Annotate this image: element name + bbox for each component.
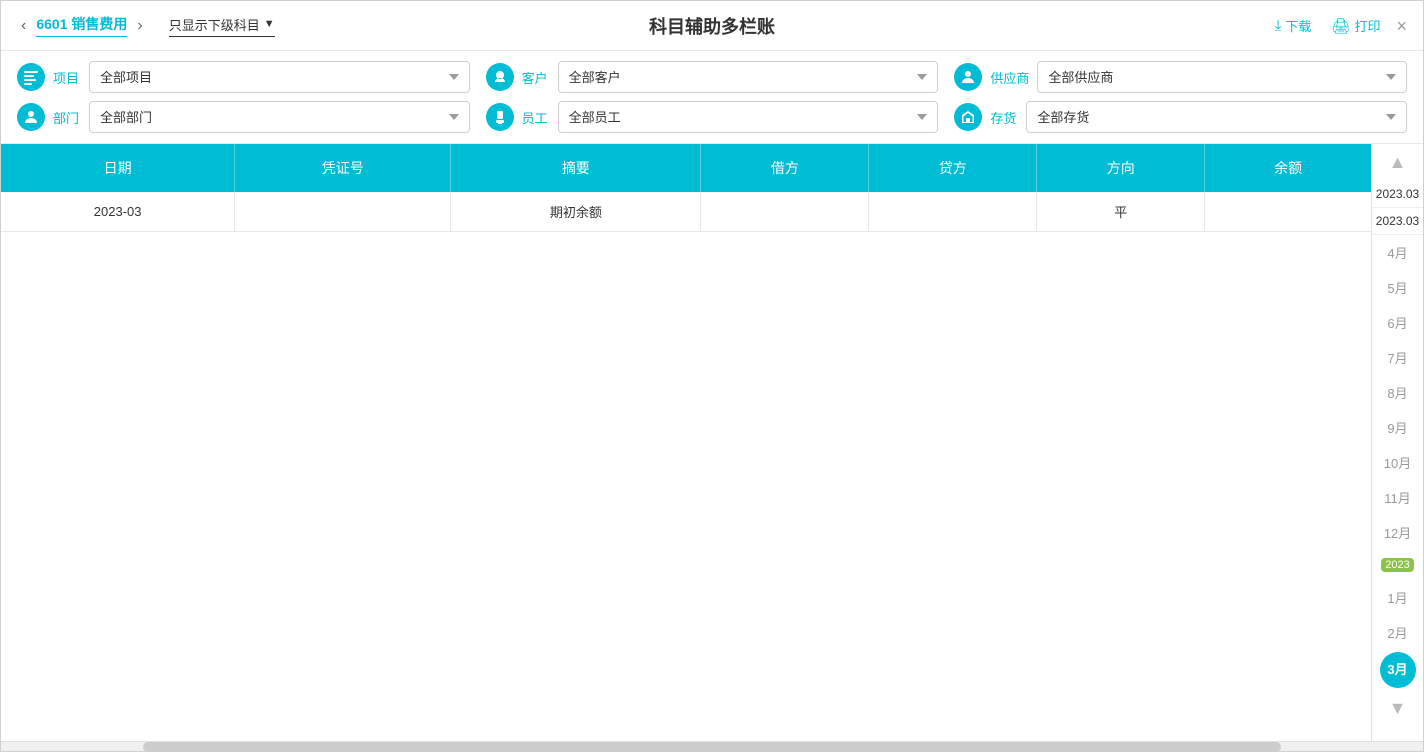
filter-project: 项目 全部项目 — [17, 61, 470, 93]
cell-summary: 期初余额 — [451, 192, 701, 232]
close-button[interactable]: × — [1396, 17, 1407, 35]
main-window: ‹ 6601 销售费用 › 只显示下级科目 ▼ 科目辅助多栏账 ⤓ 下载 🖨 打… — [0, 0, 1424, 752]
filter-inventory: 存货 全部存货 — [954, 101, 1407, 133]
inventory-select[interactable]: 全部存货 — [1026, 101, 1407, 133]
filter-section: 项目 全部项目 客户 全部客户 供应商 全部供 — [1, 51, 1423, 144]
inventory-icon — [954, 103, 982, 131]
page-title: 科目辅助多栏账 — [649, 13, 775, 39]
employee-select[interactable]: 全部员工 — [558, 101, 939, 133]
prev-account-btn[interactable]: ‹ — [17, 16, 30, 36]
show-sub-label: 只显示下级科目 — [169, 15, 260, 34]
project-select[interactable]: 全部项目 — [89, 61, 470, 93]
month-10[interactable]: 10月 — [1372, 445, 1423, 480]
cell-debit — [701, 192, 869, 232]
month-4[interactable]: 4月 — [1372, 235, 1423, 270]
employee-label: 员工 — [522, 108, 550, 127]
month-12[interactable]: 12月 — [1372, 515, 1423, 550]
table-container: 日期 凭证号 摘要 借方 贷方 方向 余额 2023-03 期初余额 平 — [1, 144, 1371, 741]
account-code: 6601 销售费用 — [36, 14, 127, 37]
filter-customer: 客户 全部客户 — [486, 61, 939, 93]
col-voucher: 凭证号 — [235, 144, 451, 192]
month-7[interactable]: 7月 — [1372, 340, 1423, 375]
cell-balance — [1205, 192, 1371, 232]
scrollbar-thumb — [143, 742, 1281, 752]
filter-supplier: 供应商 全部供应商 — [954, 61, 1407, 93]
sidebar-up-button[interactable]: ▲ — [1372, 144, 1423, 181]
actions-section: ⤓ 下载 🖨 打印 — [1275, 16, 1381, 35]
title-bar: ‹ 6601 销售费用 › 只显示下级科目 ▼ 科目辅助多栏账 ⤓ 下载 🖨 打… — [1, 1, 1423, 51]
supplier-select[interactable]: 全部供应商 — [1037, 61, 1407, 93]
month-9[interactable]: 9月 — [1372, 410, 1423, 445]
filter-row-2: 部门 全部部门 员工 全部员工 存货 全部存货 — [17, 101, 1407, 133]
col-debit: 借方 — [701, 144, 869, 192]
filter-row-1: 项目 全部项目 客户 全部客户 供应商 全部供 — [17, 61, 1407, 93]
supplier-icon — [954, 63, 982, 91]
inventory-label: 存货 — [990, 108, 1018, 127]
cell-direction: 平 — [1037, 192, 1205, 232]
nav-section: ‹ 6601 销售费用 › 只显示下级科目 ▼ — [17, 14, 275, 37]
month-2[interactable]: 2月 — [1372, 615, 1423, 650]
chevron-down-icon: ▼ — [264, 18, 275, 30]
table-row: 2023-03 期初余额 平 — [1, 192, 1371, 232]
period-header-2[interactable]: 2023.03 — [1372, 208, 1423, 235]
download-icon: ⤓ — [1275, 17, 1282, 34]
col-credit: 贷方 — [869, 144, 1037, 192]
year-2023-container: 2023 — [1381, 550, 1413, 580]
col-summary: 摘要 — [451, 144, 701, 192]
project-label: 项目 — [53, 68, 81, 87]
cell-credit — [869, 192, 1037, 232]
month-1[interactable]: 1月 — [1372, 580, 1423, 615]
filter-employee: 员工 全部员工 — [486, 101, 939, 133]
col-direction: 方向 — [1037, 144, 1205, 192]
department-label: 部门 — [53, 108, 81, 127]
year-2023-badge: 2023 — [1381, 558, 1413, 572]
col-date: 日期 — [1, 144, 235, 192]
sidebar-down-button[interactable]: ▼ — [1372, 690, 1423, 727]
content-area: 日期 凭证号 摘要 借方 贷方 方向 余额 2023-03 期初余额 平 ▲ 202… — [1, 144, 1423, 741]
print-icon: 🖨 — [1331, 17, 1350, 35]
customer-select[interactable]: 全部客户 — [558, 61, 939, 93]
month-8[interactable]: 8月 — [1372, 375, 1423, 410]
month-6[interactable]: 6月 — [1372, 305, 1423, 340]
table-header-row: 日期 凭证号 摘要 借方 贷方 方向 余额 — [1, 144, 1371, 192]
filter-department: 部门 全部部门 — [17, 101, 470, 133]
project-icon — [17, 63, 45, 91]
period-header-1[interactable]: 2023.03 — [1372, 181, 1423, 208]
show-sub-button[interactable]: 只显示下级科目 ▼ — [169, 15, 275, 37]
cell-voucher — [235, 192, 451, 232]
month-3-active[interactable]: 3月 — [1380, 652, 1416, 688]
month-5[interactable]: 5月 — [1372, 270, 1423, 305]
cell-date: 2023-03 — [1, 192, 235, 232]
month-11[interactable]: 11月 — [1372, 480, 1423, 515]
col-balance: 余额 — [1205, 144, 1371, 192]
customer-label: 客户 — [522, 68, 550, 87]
download-button[interactable]: ⤓ 下载 — [1275, 16, 1312, 35]
department-select[interactable]: 全部部门 — [89, 101, 470, 133]
print-button[interactable]: 🖨 打印 — [1331, 16, 1380, 35]
bottom-scrollbar[interactable] — [1, 741, 1423, 751]
supplier-label: 供应商 — [990, 68, 1029, 87]
customer-icon — [486, 63, 514, 91]
right-sidebar: ▲ 2023.03 2023.03 4月 5月 6月 7月 8月 9月 10月 … — [1371, 144, 1423, 741]
ledger-table: 日期 凭证号 摘要 借方 贷方 方向 余额 2023-03 期初余额 平 — [1, 144, 1371, 232]
next-account-btn[interactable]: › — [133, 16, 146, 36]
employee-icon — [486, 103, 514, 131]
department-icon — [17, 103, 45, 131]
